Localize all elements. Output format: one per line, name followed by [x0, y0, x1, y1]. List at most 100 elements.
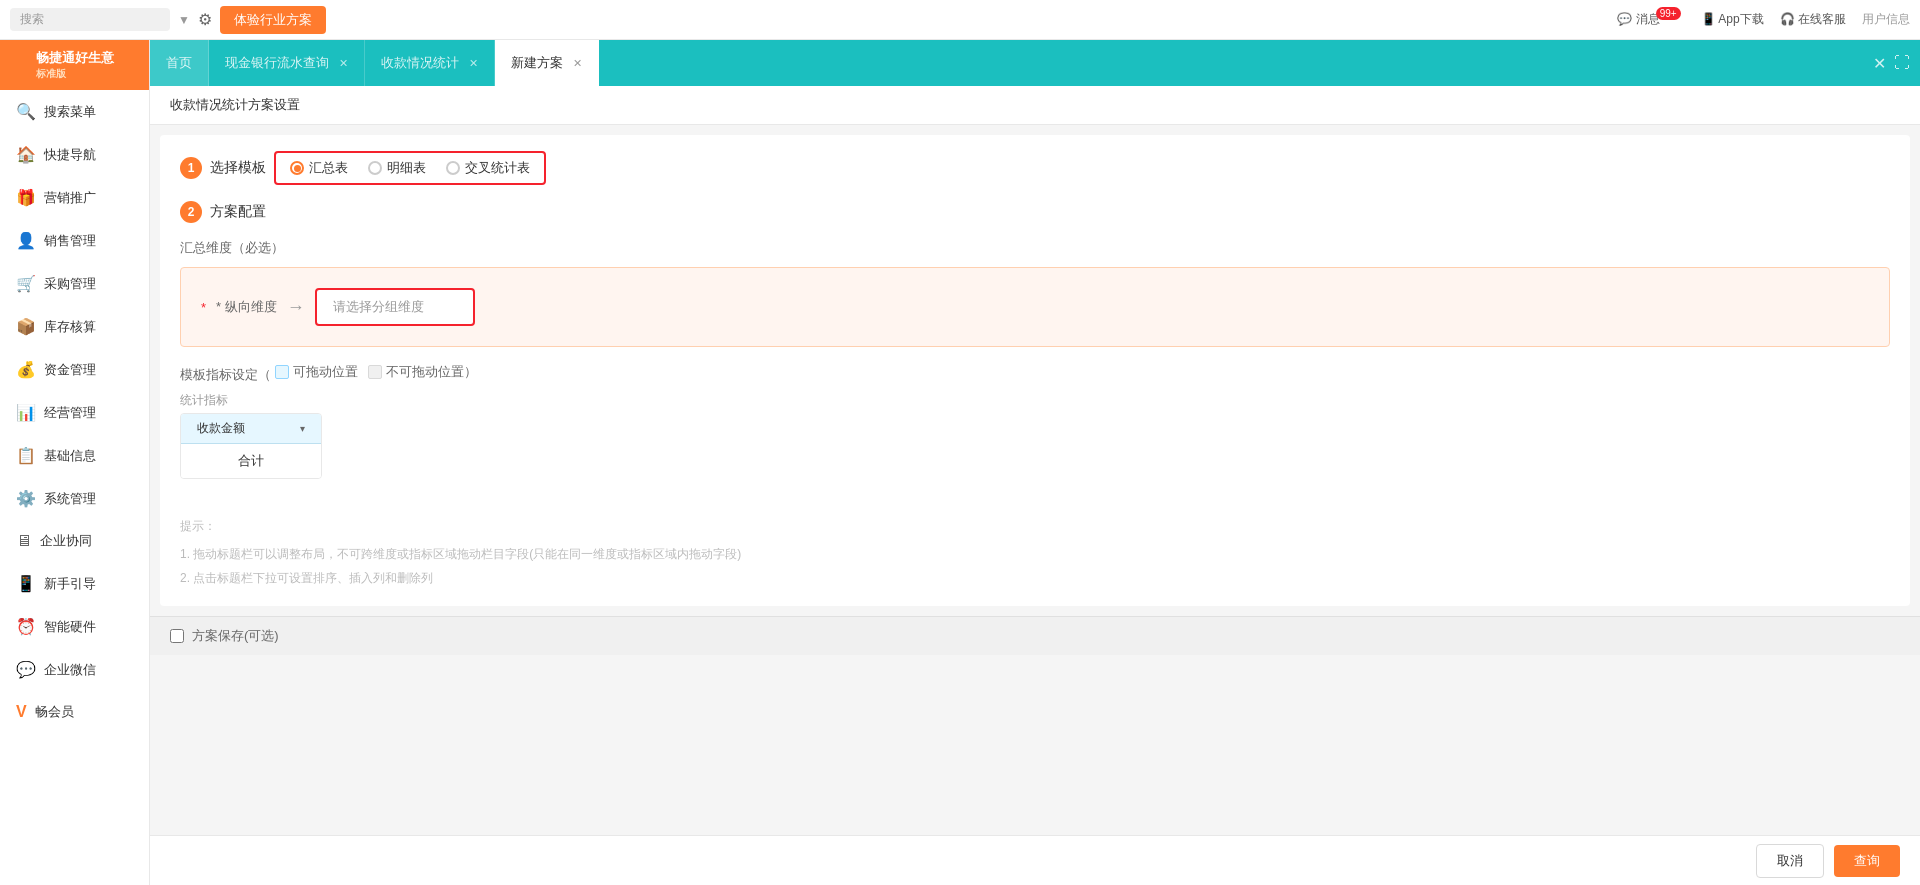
tip1: 1. 拖动标题栏可以调整布局，不可跨维度或指标区域拖动栏目字段(只能在同一维度或… — [180, 542, 1890, 566]
sidebar-item-finance[interactable]: 💰 资金管理 — [0, 348, 149, 391]
gear-icon[interactable]: ⚙ — [198, 10, 212, 29]
settings-icon: ⚙️ — [16, 489, 36, 508]
form-section: 1 选择模板 汇总表 明细表 — [160, 135, 1910, 606]
metrics-row-cell: 合计 — [181, 444, 321, 478]
sidebar-item-management[interactable]: 📊 经营管理 — [0, 391, 149, 434]
sidebar: 畅捷通好生意 标准版 🔍 搜索菜单 🏠 快捷导航 🎁 营销推广 👤 销售管理 🛒… — [0, 40, 150, 885]
tip-title: 提示： — [180, 514, 1890, 538]
dimension-area: * * 纵向维度 → 请选择分组维度 — [180, 267, 1890, 347]
logo-text: 畅捷通好生意 — [36, 49, 114, 67]
top-bar-right: 💬 消息99+ 📱 App下载 🎧 在线客服 用户信息 — [1617, 11, 1910, 28]
chevron-down-icon[interactable]: ▾ — [300, 423, 305, 434]
query-button[interactable]: 查询 — [1834, 845, 1900, 877]
sidebar-item-label: 销售管理 — [44, 232, 96, 250]
sidebar-item-inventory[interactable]: 📦 库存核算 — [0, 305, 149, 348]
tab-new-scheme[interactable]: 新建方案 ✕ — [495, 40, 599, 86]
sidebar-item-label: 采购管理 — [44, 275, 96, 293]
tab-cash-flow-close-icon[interactable]: ✕ — [339, 57, 348, 70]
vip-icon: V — [16, 703, 27, 721]
radio-summary-label: 汇总表 — [309, 159, 348, 177]
sidebar-item-hardware[interactable]: ⏰ 智能硬件 — [0, 605, 149, 648]
version-badge: 标准版 — [36, 67, 114, 81]
metrics-table: 收款金额 ▾ 合计 — [180, 413, 322, 479]
tip2: 2. 点击标题栏下拉可设置排序、插入列和删除列 — [180, 566, 1890, 590]
sidebar-item-member[interactable]: V 畅会员 — [0, 691, 149, 733]
sidebar-item-label: 企业协同 — [40, 532, 92, 550]
radio-option-detail[interactable]: 明细表 — [368, 159, 426, 177]
tab-new-scheme-close-icon[interactable]: ✕ — [573, 57, 582, 70]
tab-home-label: 首页 — [166, 54, 192, 72]
radio-detail-circle — [368, 161, 382, 175]
sidebar-item-marketing[interactable]: 🎁 营销推广 — [0, 176, 149, 219]
metrics-config: 模板指标设定（ 可拖动位置 不可拖动位置） — [180, 363, 1890, 498]
metrics-col-header[interactable]: 收款金额 ▾ — [181, 414, 321, 444]
unmovable-legend-dot — [368, 365, 382, 379]
tab-bar: 首页 现金银行流水查询 ✕ 收款情况统计 ✕ 新建方案 ✕ ✕ ⛶ — [150, 40, 1920, 86]
gift-icon: 🎁 — [16, 188, 36, 207]
page-content: 收款情况统计方案设置 1 选择模板 汇总表 — [150, 86, 1920, 835]
sidebar-item-label: 经营管理 — [44, 404, 96, 422]
save-scheme-label: 方案保存(可选) — [192, 627, 279, 645]
dimension-select[interactable]: 请选择分组维度 — [315, 288, 475, 326]
page-title: 收款情况统计方案设置 — [150, 86, 1920, 125]
dropdown-arrow-icon[interactable]: ▼ — [178, 13, 190, 27]
cancel-button[interactable]: 取消 — [1756, 844, 1824, 878]
required-label: * — [201, 300, 206, 315]
section2-header: 2 方案配置 — [180, 201, 1890, 223]
sidebar-item-sales[interactable]: 👤 销售管理 — [0, 219, 149, 262]
home-icon: 🏠 — [16, 145, 36, 164]
sidebar-item-guide[interactable]: 📱 新手引导 — [0, 562, 149, 605]
movable-legend-dot — [275, 365, 289, 379]
radio-summary-circle — [290, 161, 304, 175]
sidebar-item-enterprise[interactable]: 🖥 企业协同 — [0, 520, 149, 562]
tab-collection-stats[interactable]: 收款情况统计 ✕ — [365, 40, 495, 86]
dimension-row: * * 纵向维度 → 请选择分组维度 — [201, 288, 1869, 326]
sidebar-item-label: 畅会员 — [35, 703, 74, 721]
metrics-header: 模板指标设定（ 可拖动位置 不可拖动位置） — [180, 363, 1890, 384]
tab-cash-flow[interactable]: 现金银行流水查询 ✕ — [209, 40, 365, 86]
template-radio-group: 汇总表 明细表 交叉统计表 — [290, 159, 530, 177]
vertical-dimension-label: * 纵向维度 — [216, 298, 277, 316]
search-box[interactable]: 搜索 — [10, 8, 170, 31]
sidebar-item-purchase[interactable]: 🛒 采购管理 — [0, 262, 149, 305]
radio-cross-label: 交叉统计表 — [465, 159, 530, 177]
maximize-icon[interactable]: ⛶ — [1894, 54, 1910, 72]
sidebar-item-label: 智能硬件 — [44, 618, 96, 636]
tab-home[interactable]: 首页 — [150, 40, 209, 86]
metrics-col-label: 收款金额 — [197, 420, 245, 437]
content-area: 首页 现金银行流水查询 ✕ 收款情况统计 ✕ 新建方案 ✕ ✕ ⛶ 收款情况统计… — [150, 40, 1920, 885]
sidebar-item-system[interactable]: ⚙️ 系统管理 — [0, 477, 149, 520]
download-link[interactable]: 📱 App下载 — [1701, 11, 1764, 28]
page-footer: 方案保存(可选) — [150, 616, 1920, 655]
sidebar-item-wechat[interactable]: 💬 企业微信 — [0, 648, 149, 691]
sidebar-logo: 畅捷通好生意 标准版 — [0, 40, 149, 90]
radio-cross-circle — [446, 161, 460, 175]
sidebar-item-basic[interactable]: 📋 基础信息 — [0, 434, 149, 477]
close-window-icon[interactable]: ✕ — [1873, 54, 1886, 73]
user-info: 用户信息 — [1862, 11, 1910, 28]
cart-icon: 🛒 — [16, 274, 36, 293]
radio-option-cross[interactable]: 交叉统计表 — [446, 159, 530, 177]
scheme-config: 汇总维度（必选） * * 纵向维度 → 请选择分组维度 模板指标设定 — [180, 239, 1890, 590]
tab-collection-stats-label: 收款情况统计 — [381, 54, 459, 72]
section1-header: 1 选择模板 汇总表 明细表 — [180, 151, 1890, 185]
sidebar-item-nav[interactable]: 🏠 快捷导航 — [0, 133, 149, 176]
top-bar: 搜索 ▼ ⚙ 体验行业方案 💬 消息99+ 📱 App下载 🎧 在线客服 用户信… — [0, 0, 1920, 40]
radio-option-summary[interactable]: 汇总表 — [290, 159, 348, 177]
service-link[interactable]: 🎧 在线客服 — [1780, 11, 1846, 28]
movable-label: 可拖动位置 — [293, 363, 358, 381]
message-icon[interactable]: 💬 消息99+ — [1617, 11, 1684, 28]
monitor-icon: 🖥 — [16, 532, 32, 550]
message-badge: 99+ — [1656, 7, 1681, 20]
industry-button[interactable]: 体验行业方案 — [220, 6, 326, 34]
main-layout: 畅捷通好生意 标准版 🔍 搜索菜单 🏠 快捷导航 🎁 营销推广 👤 销售管理 🛒… — [0, 40, 1920, 885]
save-scheme-checkbox[interactable] — [170, 629, 184, 643]
phone-icon: 📱 — [16, 574, 36, 593]
sidebar-item-label: 资金管理 — [44, 361, 96, 379]
tab-collection-stats-close-icon[interactable]: ✕ — [469, 57, 478, 70]
section1-num: 1 — [180, 157, 202, 179]
dimension-title: 汇总维度（必选） — [180, 239, 1890, 257]
stats-label: 统计指标 — [180, 392, 1890, 409]
sidebar-item-label: 库存核算 — [44, 318, 96, 336]
sidebar-item-search[interactable]: 🔍 搜索菜单 — [0, 90, 149, 133]
